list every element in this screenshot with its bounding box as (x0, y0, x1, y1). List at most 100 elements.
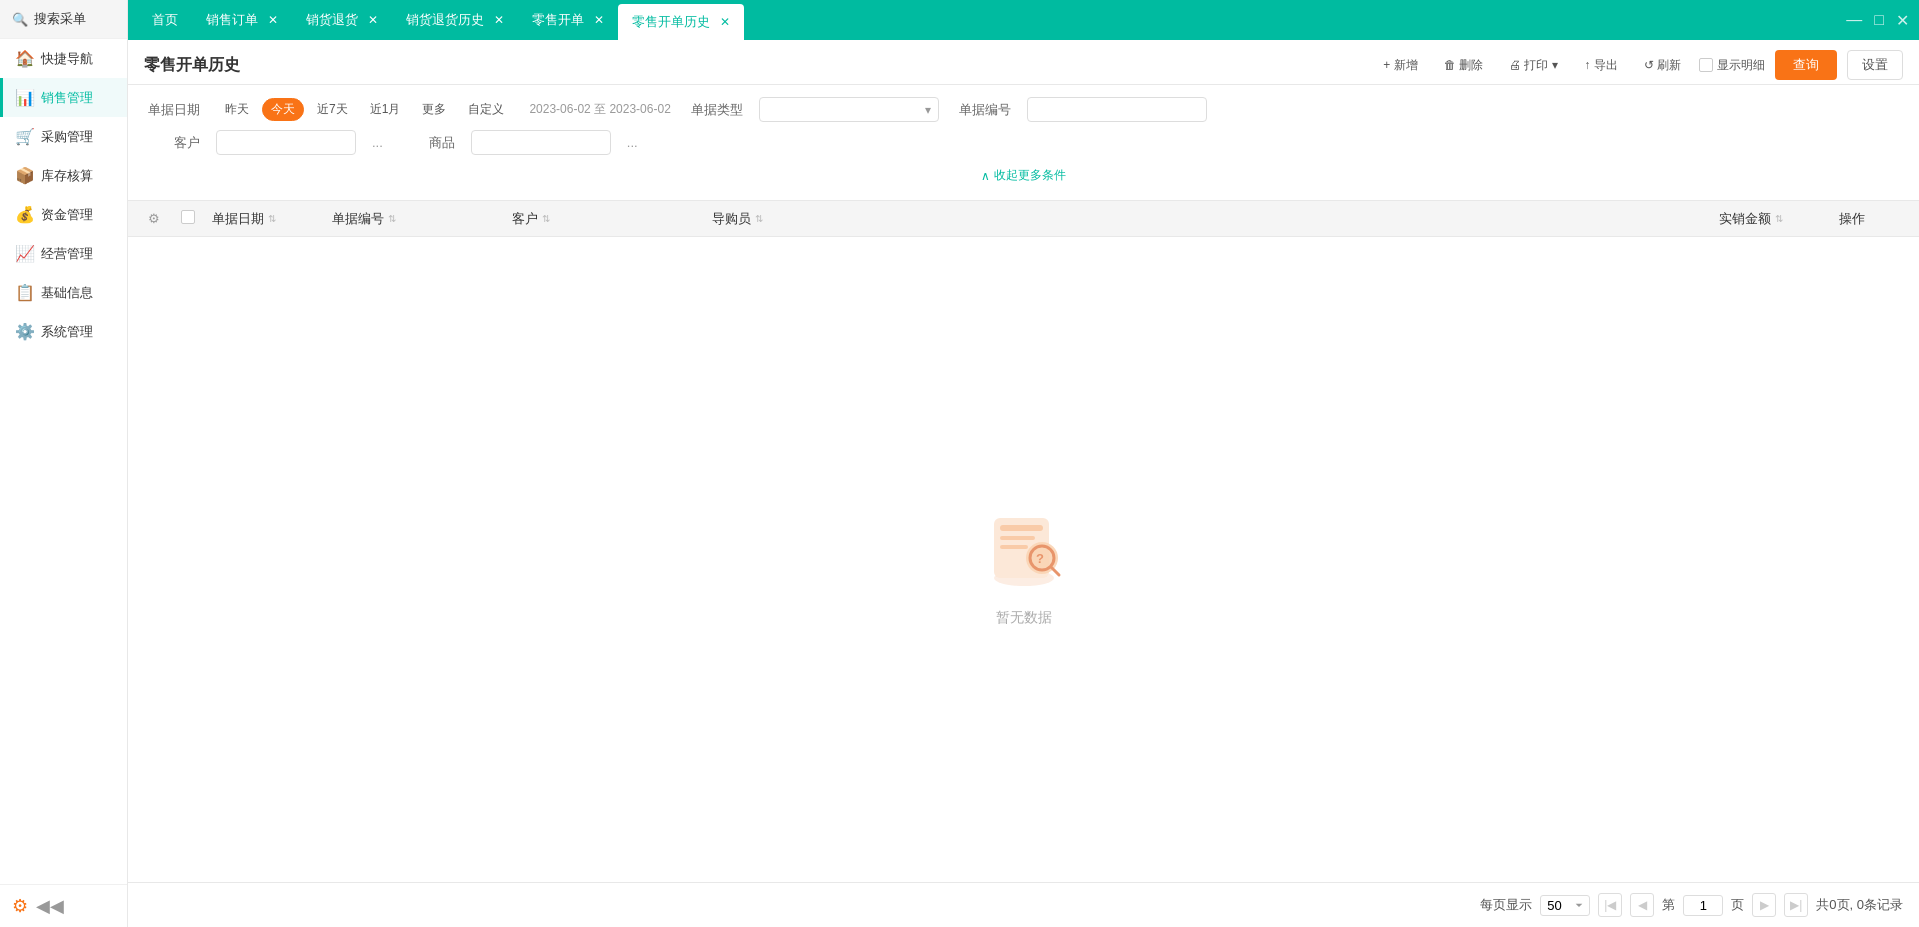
pagination-bar: 每页显示 50 10 20 100 |◀ ◀ 第 页 ▶ ▶| 共0页, 0条记… (128, 882, 1919, 927)
page-suffix: 页 (1731, 896, 1744, 914)
date-btn-yesterday[interactable]: 昨天 (216, 98, 258, 121)
window-close-btn[interactable]: ✕ (1896, 11, 1909, 30)
svg-rect-3 (1000, 536, 1035, 540)
empty-state: ? 暂无数据 (128, 237, 1919, 882)
window-minimize-btn[interactable]: — (1846, 11, 1862, 29)
sidebar-item-quick-nav[interactable]: 🏠 快捷导航 (0, 39, 127, 78)
th-date[interactable]: 单据日期 ⇅ (204, 210, 324, 228)
th-amount-sort-icon: ⇅ (1775, 213, 1783, 224)
date-btn-1month[interactable]: 近1月 (361, 98, 410, 121)
page-label: 第 (1662, 896, 1675, 914)
refresh-button[interactable]: ↺ 刷新 (1636, 53, 1689, 78)
table-area: ⚙ 单据日期 ⇅ 单据编号 ⇅ 客户 ⇅ 导购员 ⇅ 实销金额 ⇅ (128, 201, 1919, 882)
window-maximize-btn[interactable]: □ (1874, 11, 1884, 29)
page-first-btn[interactable]: |◀ (1598, 893, 1622, 917)
doc-type-select[interactable] (759, 97, 939, 122)
sidebar-item-inventory[interactable]: 📦 库存核算 (0, 156, 127, 195)
customer-input[interactable] (216, 130, 356, 155)
page-next-btn[interactable]: ▶ (1752, 893, 1776, 917)
tab-sales-return-label: 销货退货 (306, 11, 358, 29)
date-btn-today[interactable]: 今天 (262, 98, 304, 121)
tab-retail-history-close[interactable]: ✕ (720, 15, 730, 29)
topbar: 首页 销售订单 ✕ 销货退货 ✕ 销货退货历史 ✕ 零售开单 ✕ 零售开单历史 … (128, 0, 1919, 40)
th-customer-sort-icon: ⇅ (542, 213, 550, 224)
tab-sales-return-close[interactable]: ✕ (368, 13, 378, 27)
doc-num-label: 单据编号 (955, 101, 1011, 119)
display-detail-checkbox[interactable] (1699, 58, 1713, 72)
th-op-label: 操作 (1839, 210, 1865, 228)
page-num-input[interactable] (1683, 895, 1723, 916)
sidebar-bottom: ⚙ ◀◀ (0, 884, 127, 927)
export-button[interactable]: ↑ 导出 (1576, 53, 1625, 78)
goods-input[interactable] (471, 130, 611, 155)
th-settings-icon[interactable]: ⚙ (136, 211, 172, 226)
tab-sales-order[interactable]: 销售订单 ✕ (192, 0, 292, 40)
th-amount[interactable]: 实销金额 ⇅ (1711, 210, 1831, 228)
collapse-btn[interactable]: ∧ 收起更多条件 (144, 163, 1903, 188)
tab-list: 首页 销售订单 ✕ 销货退货 ✕ 销货退货历史 ✕ 零售开单 ✕ 零售开单历史 … (138, 0, 744, 40)
sidebar-settings-btn[interactable]: ⚙ (12, 895, 28, 917)
empty-icon: ? (974, 493, 1074, 593)
filter-row-1: 单据日期 昨天 今天 近7天 近1月 更多 自定义 2023-06-02 至 2… (144, 97, 1903, 122)
sidebar-item-sales-mgmt[interactable]: 📊 销售管理 (0, 78, 127, 117)
doc-type-select-wrap (759, 97, 939, 122)
sidebar-item-purchase-mgmt[interactable]: 🛒 采购管理 (0, 117, 127, 156)
th-amount-label: 实销金额 (1719, 210, 1771, 228)
sidebar-item-label: 资金管理 (41, 206, 93, 224)
tab-retail-open-close[interactable]: ✕ (594, 13, 604, 27)
sidebar-item-sys-mgmt[interactable]: ⚙️ 系统管理 (0, 312, 127, 351)
tab-home[interactable]: 首页 (138, 0, 192, 40)
sidebar-item-label: 系统管理 (41, 323, 93, 341)
th-guide-sort-icon: ⇅ (755, 213, 763, 224)
sidebar-item-label: 快捷导航 (41, 50, 93, 68)
display-detail-checkbox-label[interactable]: 显示明细 (1699, 57, 1765, 74)
query-button[interactable]: 查询 (1775, 50, 1837, 80)
tab-retail-open-label: 零售开单 (532, 11, 584, 29)
sidebar-item-operations[interactable]: 📈 经营管理 (0, 234, 127, 273)
chart-icon: 📊 (15, 88, 33, 107)
th-num[interactable]: 单据编号 ⇅ (324, 210, 504, 228)
tab-sales-order-close[interactable]: ✕ (268, 13, 278, 27)
th-guide[interactable]: 导购员 ⇅ (704, 210, 824, 228)
sidebar: 🔍 搜索采单 🏠 快捷导航 📊 销售管理 🛒 采购管理 📦 库存核算 💰 资金管… (0, 0, 128, 927)
sidebar-collapse-btn[interactable]: ◀◀ (36, 895, 64, 917)
tab-retail-open[interactable]: 零售开单 ✕ (518, 0, 618, 40)
page-title-bar: 零售开单历史 + 新增 🗑 删除 🖨 打印 ▾ ↑ 导出 ↺ 刷新 显示明细 查… (128, 40, 1919, 85)
th-checkbox[interactable] (172, 210, 204, 227)
sidebar-item-finance[interactable]: 💰 资金管理 (0, 195, 127, 234)
page-last-btn[interactable]: ▶| (1784, 893, 1808, 917)
sidebar-search[interactable]: 🔍 搜索采单 (0, 0, 127, 39)
svg-text:?: ? (1036, 551, 1044, 566)
print-button[interactable]: 🖨 打印 ▾ (1501, 53, 1566, 78)
doc-type-label: 单据类型 (687, 101, 743, 119)
setting-button[interactable]: 设置 (1847, 50, 1903, 80)
filter-row-2: 客户 ... 商品 ... (144, 130, 1903, 155)
delete-button[interactable]: 🗑 删除 (1436, 53, 1491, 78)
date-btn-7days[interactable]: 近7天 (308, 98, 357, 121)
page-prev-btn[interactable]: ◀ (1630, 893, 1654, 917)
gear-icon: ⚙️ (15, 322, 33, 341)
per-page-select[interactable]: 50 10 20 100 (1540, 895, 1590, 916)
sidebar-item-base-info[interactable]: 📋 基础信息 (0, 273, 127, 312)
money-icon: 💰 (15, 205, 33, 224)
collapse-label: 收起更多条件 (994, 167, 1066, 184)
trends-icon: 📈 (15, 244, 33, 263)
doc-num-input[interactable] (1027, 97, 1207, 122)
date-btn-more[interactable]: 更多 (413, 98, 455, 121)
tab-sales-return-history-close[interactable]: ✕ (494, 13, 504, 27)
svg-rect-4 (1000, 545, 1028, 549)
add-button[interactable]: + 新增 (1375, 53, 1425, 78)
date-btn-custom[interactable]: 自定义 (459, 98, 513, 121)
date-filter-label: 单据日期 (144, 101, 200, 119)
tab-retail-history[interactable]: 零售开单历史 ✕ (618, 4, 744, 40)
tab-sales-return-history[interactable]: 销货退货历史 ✕ (392, 0, 518, 40)
th-customer[interactable]: 客户 ⇅ (504, 210, 704, 228)
goods-dots[interactable]: ... (627, 135, 638, 150)
sidebar-item-label: 基础信息 (41, 284, 93, 302)
customer-dots[interactable]: ... (372, 135, 383, 150)
goods-label: 商品 (399, 134, 455, 152)
th-date-sort-icon: ⇅ (268, 213, 276, 224)
sidebar-item-label: 采购管理 (41, 128, 93, 146)
tab-sales-return[interactable]: 销货退货 ✕ (292, 0, 392, 40)
header-checkbox[interactable] (181, 210, 195, 224)
